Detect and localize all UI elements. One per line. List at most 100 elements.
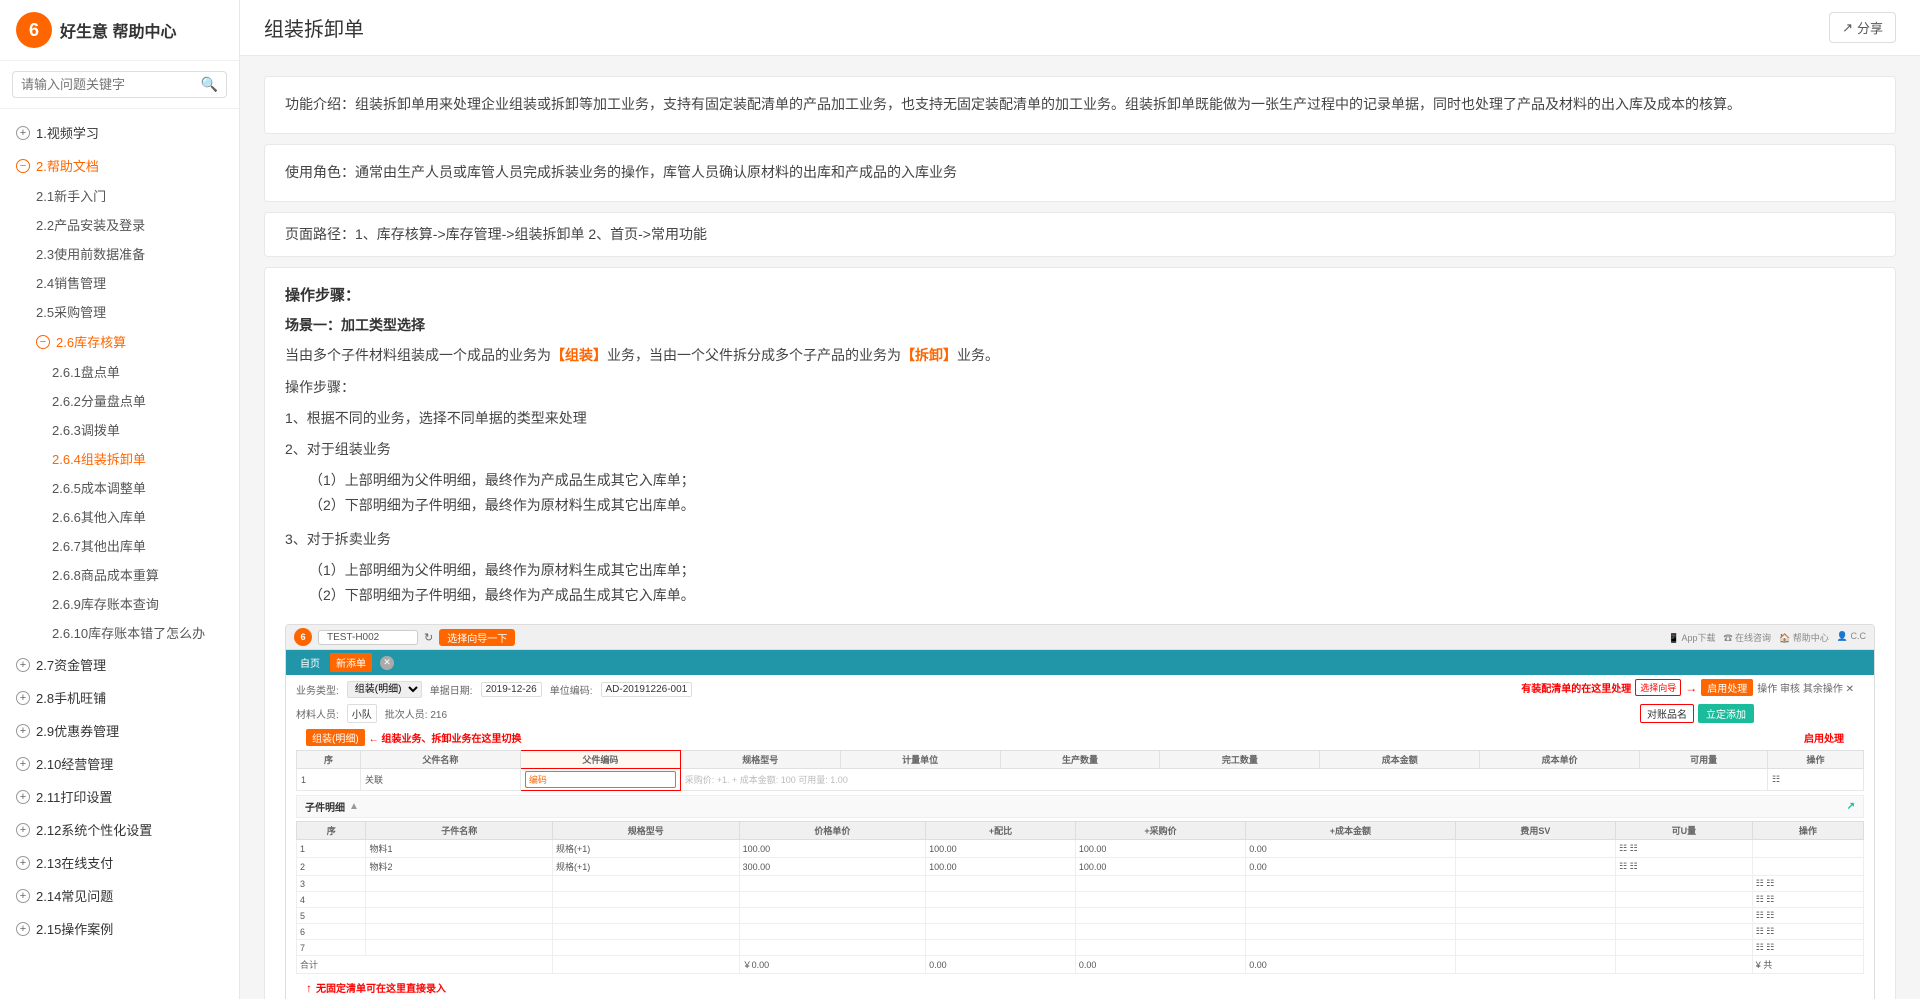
sidebar-item-purchase[interactable]: 2.5采购管理 <box>0 297 239 326</box>
expand-icon-7: + <box>16 658 30 672</box>
sim-app-icons: 📱 App下载☎ 在线咨询🏠 帮助中心👤 C.C <box>1668 631 1866 644</box>
expand-icon-10: + <box>16 757 30 771</box>
sim-th-seq1: 序 <box>297 751 361 769</box>
expand-icon-8: + <box>16 691 30 705</box>
sim-date-label: 单据日期: <box>430 682 473 697</box>
role-text: 使用角色：通常由生产人员或库管人员完成拆装业务的操作，库管人员确认原材料的出库和… <box>285 164 957 180</box>
nav-section-2-6: − 2.6库存核算 2.6.1盘点单 2.6.2分量盘点单 2.6.3调拨单 2… <box>0 326 239 647</box>
expand-icon-11: + <box>16 790 30 804</box>
ops-step3-item-1: （1）上部明细为父件明细，最终作为原材料生成其它出库单； <box>305 558 1875 583</box>
ops-para1: 当由多个子件材料组装成一个成品的业务为【组装】业务，当由一个父件拆分成多个子产品… <box>285 343 1875 368</box>
search-input[interactable] <box>21 77 201 92</box>
sim-confirm-btn[interactable]: 立定添加 <box>1698 704 1754 723</box>
sidebar-item-2-6-6[interactable]: 2.6.6其他入库单 <box>0 502 239 531</box>
sim-th-prodqty: 生产数量 <box>1000 751 1160 769</box>
search-wrapper[interactable]: 🔍 <box>12 71 227 98</box>
sidebar-item-2-6-2[interactable]: 2.6.2分量盘点单 <box>0 386 239 415</box>
sim-th-doneqty: 完工数量 <box>1160 751 1320 769</box>
sidebar-item-dataprep[interactable]: 2.3使用前数据准备 <box>0 239 239 268</box>
annotation2-text: ← 组装业务、拆卸业务在这里切换 <box>369 730 522 745</box>
sidebar: 6 好生意 帮助中心 🔍 + 1.视频学习 − 2.帮助文档 2.1新手入门 2… <box>0 0 240 999</box>
share-button[interactable]: ↗ 分享 <box>1829 12 1896 43</box>
sidebar-item-2-6-3[interactable]: 2.6.3调拨单 <box>0 415 239 444</box>
sidebar-item-label: 2.10经营管理 <box>36 754 113 773</box>
nav-section-14: + 2.14常见问题 <box>0 880 239 911</box>
nav-section-7: + 2.7资金管理 <box>0 649 239 680</box>
sidebar-item-2-6-1[interactable]: 2.6.1盘点单 <box>0 357 239 386</box>
sim-date-val: 2019-12-26 <box>481 682 542 697</box>
sim-th-costamt: 成本金额 <box>1320 751 1480 769</box>
sidebar-item-mobile[interactable]: + 2.8手机旺铺 <box>0 682 239 713</box>
sim-lower-row6: 6☷ ☷ <box>297 924 1864 940</box>
sim-expand-icon: ▲ <box>349 801 359 812</box>
sim-upper-row1: 1 关联 编码 采购价: +1. + 成本金额: 100 可用量: 1.00 ☷ <box>297 769 1864 791</box>
sim-logo: 6 <box>294 628 312 646</box>
logo-area: 6 好生意 帮助中心 <box>0 0 239 61</box>
sim-qty-label: 批次人员: 216 <box>385 706 447 721</box>
expand-icon-13: + <box>16 856 30 870</box>
sidebar-item-payment[interactable]: + 2.13在线支付 <box>0 847 239 878</box>
sim-orange-btn: 选择向导一下 <box>439 629 515 646</box>
sidebar-item-newuser[interactable]: 2.1新手入门 <box>0 181 239 210</box>
nav-section-13: + 2.13在线支付 <box>0 847 239 878</box>
sidebar-item-cases[interactable]: + 2.15操作案例 <box>0 913 239 944</box>
nav-section-10: + 2.10经营管理 <box>0 748 239 779</box>
sidebar-item-settings[interactable]: + 2.12系统个性化设置 <box>0 814 239 845</box>
sim-lower-foot: 合计 ￥0.00 0.00 0.00 0.00 ¥ 共 <box>297 956 1864 974</box>
sim-th-avail: 可用量 <box>1640 751 1768 769</box>
highlight-assembly: 【组装】 <box>551 347 607 363</box>
sim-reload-icon: ↻ <box>424 631 433 644</box>
sim-external-icon: ↗ <box>1847 801 1855 812</box>
expand-icon-14: + <box>16 889 30 903</box>
sim-nav-newadd: 新添单 <box>330 653 372 672</box>
sim-close-btn: ✕ <box>380 656 394 670</box>
expand-icon-12: + <box>16 823 30 837</box>
sidebar-item-2-6-4[interactable]: 2.6.4组装拆卸单 <box>0 444 239 473</box>
nav-section-12: + 2.12系统个性化设置 <box>0 814 239 845</box>
sim-td-pname: 关联 <box>360 769 520 791</box>
collapse-icon-2-6: − <box>36 335 50 349</box>
search-area: 🔍 <box>0 61 239 109</box>
sidebar-item-label: 2.帮助文档 <box>36 156 99 175</box>
scenario1-title: 场景一：加工类型选择 <box>285 315 1875 335</box>
sidebar-item-2-6-10[interactable]: 2.6.10库存账本错了怎么办 <box>0 618 239 647</box>
share-label: 分享 <box>1857 18 1883 37</box>
sidebar-item-label: 2.8手机旺铺 <box>36 688 106 707</box>
sidebar-item-finance[interactable]: + 2.7资金管理 <box>0 649 239 680</box>
sidebar-item-2-6-8[interactable]: 2.6.8商品成本重算 <box>0 560 239 589</box>
sidebar-item-print[interactable]: + 2.11打印设置 <box>0 781 239 812</box>
sidebar-item-faq[interactable]: + 2.14常见问题 <box>0 880 239 911</box>
sidebar-item-2-6-7[interactable]: 2.6.7其他出库单 <box>0 531 239 560</box>
ops-step3-item-2: （2）下部明细为子件明细，最终作为产成品生成其它入库单。 <box>305 583 1875 608</box>
sim-unit-label: 单位编码: <box>550 682 593 697</box>
sidebar-item-videos[interactable]: + 1.视频学习 <box>0 117 239 148</box>
logo-icon: 6 <box>16 12 52 48</box>
sim-lower-row5: 5☷ ☷ <box>297 908 1864 924</box>
sim-unit-val: AD-20191226-001 <box>601 682 693 697</box>
ops-step3-list: （1）上部明细为父件明细，最终作为原材料生成其它出库单； （2）下部明细为子件明… <box>285 558 1875 608</box>
sidebar-item-label: 2.9优惠券管理 <box>36 721 119 740</box>
sidebar-item-docs[interactable]: − 2.帮助文档 <box>0 150 239 181</box>
sidebar-item-2-6-9[interactable]: 2.6.9库存账本查询 <box>0 589 239 618</box>
sidebar-item-sales[interactable]: 2.4销售管理 <box>0 268 239 297</box>
sim-lower-row2: 2 物料2 规格(+1) 300.00 100.00 100.00 0.00 ☷… <box>297 858 1864 876</box>
sim-lower-title: 子件明细 ▲ ↗ <box>296 795 1864 818</box>
path-section: 页面路径：1、库存核算->库存管理->组装拆卸单 2、首页->常用功能 <box>264 212 1896 258</box>
sidebar-item-inventory[interactable]: − 2.6库存核算 <box>0 326 239 357</box>
expand-icon: + <box>16 126 30 140</box>
ops-step2-item-1: （1）上部明细为父件明细，最终作为产成品生成其它入库单； <box>305 468 1875 493</box>
ops-para2: 操作步骤： <box>285 375 1875 400</box>
sidebar-item-coupon[interactable]: + 2.9优惠券管理 <box>0 715 239 746</box>
logo-text: 好生意 帮助中心 <box>60 18 176 42</box>
sim-td-seq: 1 <box>297 769 361 791</box>
expand-icon-9: + <box>16 724 30 738</box>
sim-screenshot: 6 TEST-H002 ↻ 选择向导一下 📱 App下载☎ 在线咨询🏠 帮助中心… <box>286 625 1874 999</box>
sim-addr: TEST-H002 <box>318 630 418 645</box>
sidebar-item-operations[interactable]: + 2.10经营管理 <box>0 748 239 779</box>
sim-lower-table: 序 子件名称 规格型号 价格单价 +配比 +采购价 +成本金额 费用SV 可U量 <box>296 821 1864 974</box>
nav-section-15: + 2.15操作案例 <box>0 913 239 944</box>
sidebar-item-2-6-5[interactable]: 2.6.5成本调整单 <box>0 473 239 502</box>
nav-sub-items-2: 2.1新手入门 2.2产品安装及登录 2.3使用前数据准备 2.4销售管理 2.… <box>0 181 239 647</box>
sim-type-select[interactable]: 组装(明细) 拆卸(明细) <box>347 681 422 698</box>
sidebar-item-install[interactable]: 2.2产品安装及登录 <box>0 210 239 239</box>
